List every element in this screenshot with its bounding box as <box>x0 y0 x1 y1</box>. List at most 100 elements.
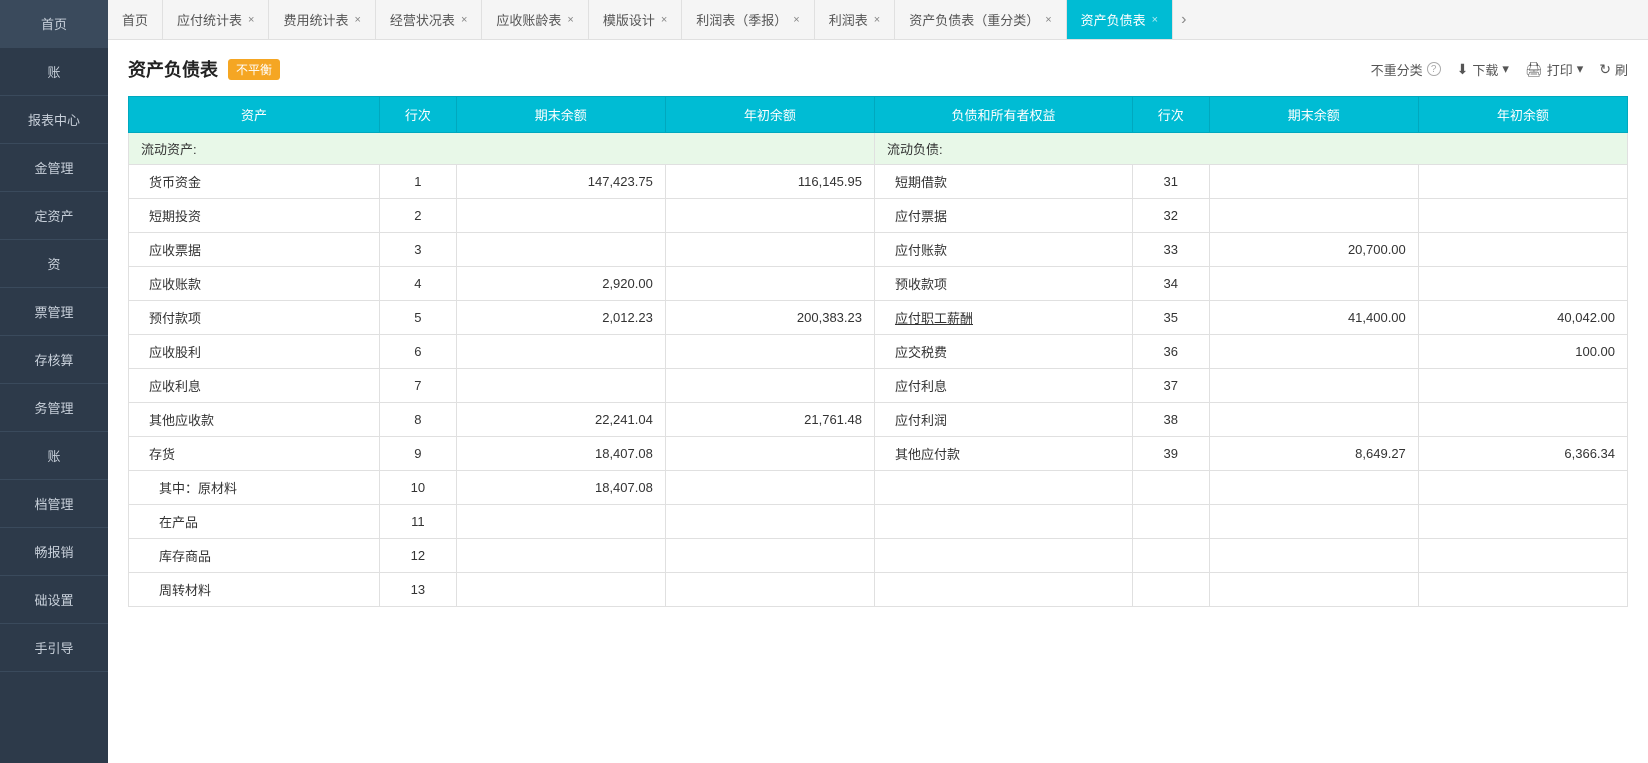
left-start-balance[interactable] <box>665 335 874 369</box>
left-start-balance[interactable] <box>665 233 874 267</box>
sidebar-item-fixed-assets[interactable]: 定资产 <box>0 192 108 240</box>
right-end-balance[interactable] <box>1209 199 1418 233</box>
tab-balance-reclassified[interactable]: 资产负债表（重分类） × <box>895 0 1066 40</box>
sidebar-item-archive[interactable]: 档管理 <box>0 480 108 528</box>
sidebar-item-inventory[interactable]: 存核算 <box>0 336 108 384</box>
sidebar-item-guide[interactable]: 手引导 <box>0 624 108 672</box>
right-name[interactable]: 其他应付款 <box>874 437 1132 471</box>
tab-payable-stats[interactable]: 应付统计表 × <box>163 0 269 40</box>
left-name[interactable]: 其他应收款 <box>129 403 380 437</box>
sidebar-item-tax[interactable]: 务管理 <box>0 384 108 432</box>
sidebar-item-account[interactable]: 账 <box>0 48 108 96</box>
left-end-balance[interactable]: 147,423.75 <box>456 165 665 199</box>
left-end-balance[interactable]: 18,407.08 <box>456 471 665 505</box>
right-end-balance[interactable]: 8,649.27 <box>1209 437 1418 471</box>
left-end-balance[interactable] <box>456 573 665 607</box>
left-name[interactable]: 其中：原材料 <box>129 471 380 505</box>
right-name[interactable]: 应付利润 <box>874 403 1132 437</box>
right-end-balance[interactable] <box>1209 505 1418 539</box>
sidebar-item-finance[interactable]: 金管理 <box>0 144 108 192</box>
download-button[interactable]: ⬇ 下载 ▾ <box>1457 60 1509 79</box>
right-start-balance[interactable]: 40,042.00 <box>1418 301 1627 335</box>
close-tab-operations[interactable]: × <box>461 14 467 26</box>
right-start-balance[interactable] <box>1418 233 1627 267</box>
refresh-button[interactable]: ↻ 刷 <box>1599 60 1628 79</box>
left-end-balance[interactable] <box>456 199 665 233</box>
sidebar-item-home[interactable]: 首页 <box>0 0 108 48</box>
left-name[interactable]: 应收票据 <box>129 233 380 267</box>
left-name[interactable]: 在产品 <box>129 505 380 539</box>
left-end-balance[interactable] <box>456 505 665 539</box>
right-end-balance[interactable] <box>1209 539 1418 573</box>
right-end-balance[interactable] <box>1209 165 1418 199</box>
sidebar-item-bills[interactable]: 票管理 <box>0 288 108 336</box>
no-reclassify-button[interactable]: 不重分类 ? <box>1371 60 1441 79</box>
left-start-balance[interactable] <box>665 369 874 403</box>
left-name[interactable]: 应收股利 <box>129 335 380 369</box>
right-end-balance[interactable] <box>1209 573 1418 607</box>
left-end-balance[interactable]: 2,012.23 <box>456 301 665 335</box>
left-name[interactable]: 应收账款 <box>129 267 380 301</box>
sidebar-item-investment[interactable]: 资 <box>0 240 108 288</box>
close-tab-balance-reclassified[interactable]: × <box>1045 14 1051 26</box>
tab-profit-quarterly[interactable]: 利润表（季报） × <box>682 0 814 40</box>
right-start-balance[interactable] <box>1418 369 1627 403</box>
right-start-balance[interactable] <box>1418 539 1627 573</box>
left-end-balance[interactable] <box>456 335 665 369</box>
tab-operations[interactable]: 经营状况表 × <box>376 0 482 40</box>
left-name[interactable]: 周转材料 <box>129 573 380 607</box>
left-end-balance[interactable]: 22,241.04 <box>456 403 665 437</box>
close-tab-template-design[interactable]: × <box>661 14 667 26</box>
right-end-balance[interactable] <box>1209 267 1418 301</box>
tab-receivable-aging[interactable]: 应收账龄表 × <box>482 0 588 40</box>
left-name[interactable]: 存货 <box>129 437 380 471</box>
left-end-balance[interactable]: 2,920.00 <box>456 267 665 301</box>
left-start-balance[interactable] <box>665 267 874 301</box>
left-start-balance[interactable] <box>665 505 874 539</box>
right-name[interactable] <box>874 471 1132 505</box>
right-start-balance[interactable] <box>1418 403 1627 437</box>
print-button[interactable]: 🖨 打印 ▾ <box>1525 60 1583 79</box>
scroll-tabs-right[interactable]: › <box>1173 11 1194 29</box>
close-tab-profit[interactable]: × <box>874 14 880 26</box>
left-start-balance[interactable] <box>665 573 874 607</box>
left-end-balance[interactable] <box>456 233 665 267</box>
right-name[interactable]: 应交税费 <box>874 335 1132 369</box>
right-name[interactable] <box>874 539 1132 573</box>
left-start-balance[interactable] <box>665 437 874 471</box>
right-start-balance[interactable] <box>1418 199 1627 233</box>
close-tab-receivable-aging[interactable]: × <box>567 14 573 26</box>
right-name[interactable]: 应付账款 <box>874 233 1132 267</box>
right-start-balance[interactable] <box>1418 267 1627 301</box>
right-end-balance[interactable]: 41,400.00 <box>1209 301 1418 335</box>
left-start-balance[interactable]: 116,145.95 <box>665 165 874 199</box>
right-name[interactable]: 应付票据 <box>874 199 1132 233</box>
sidebar-item-settings[interactable]: 础设置 <box>0 576 108 624</box>
left-name[interactable]: 应收利息 <box>129 369 380 403</box>
left-start-balance[interactable] <box>665 539 874 573</box>
right-start-balance[interactable] <box>1418 165 1627 199</box>
tab-profit[interactable]: 利润表 × <box>815 0 895 40</box>
left-end-balance[interactable]: 18,407.08 <box>456 437 665 471</box>
close-tab-profit-quarterly[interactable]: × <box>793 14 799 26</box>
right-start-balance[interactable]: 100.00 <box>1418 335 1627 369</box>
left-name[interactable]: 短期投资 <box>129 199 380 233</box>
right-end-balance[interactable]: 20,700.00 <box>1209 233 1418 267</box>
right-start-balance[interactable] <box>1418 505 1627 539</box>
left-name[interactable]: 货币资金 <box>129 165 380 199</box>
close-tab-payable-stats[interactable]: × <box>248 14 254 26</box>
right-end-balance[interactable] <box>1209 403 1418 437</box>
close-tab-expense-stats[interactable]: × <box>354 14 360 26</box>
left-start-balance[interactable] <box>665 471 874 505</box>
left-end-balance[interactable] <box>456 369 665 403</box>
right-end-balance[interactable] <box>1209 369 1418 403</box>
left-name[interactable]: 库存商品 <box>129 539 380 573</box>
left-end-balance[interactable] <box>456 539 665 573</box>
left-start-balance[interactable]: 200,383.23 <box>665 301 874 335</box>
right-name[interactable]: 应付利息 <box>874 369 1132 403</box>
right-start-balance[interactable] <box>1418 471 1627 505</box>
right-name[interactable]: 短期借款 <box>874 165 1132 199</box>
right-start-balance[interactable]: 6,366.34 <box>1418 437 1627 471</box>
right-name[interactable]: 应付职工薪酬 <box>874 301 1132 335</box>
left-start-balance[interactable]: 21,761.48 <box>665 403 874 437</box>
